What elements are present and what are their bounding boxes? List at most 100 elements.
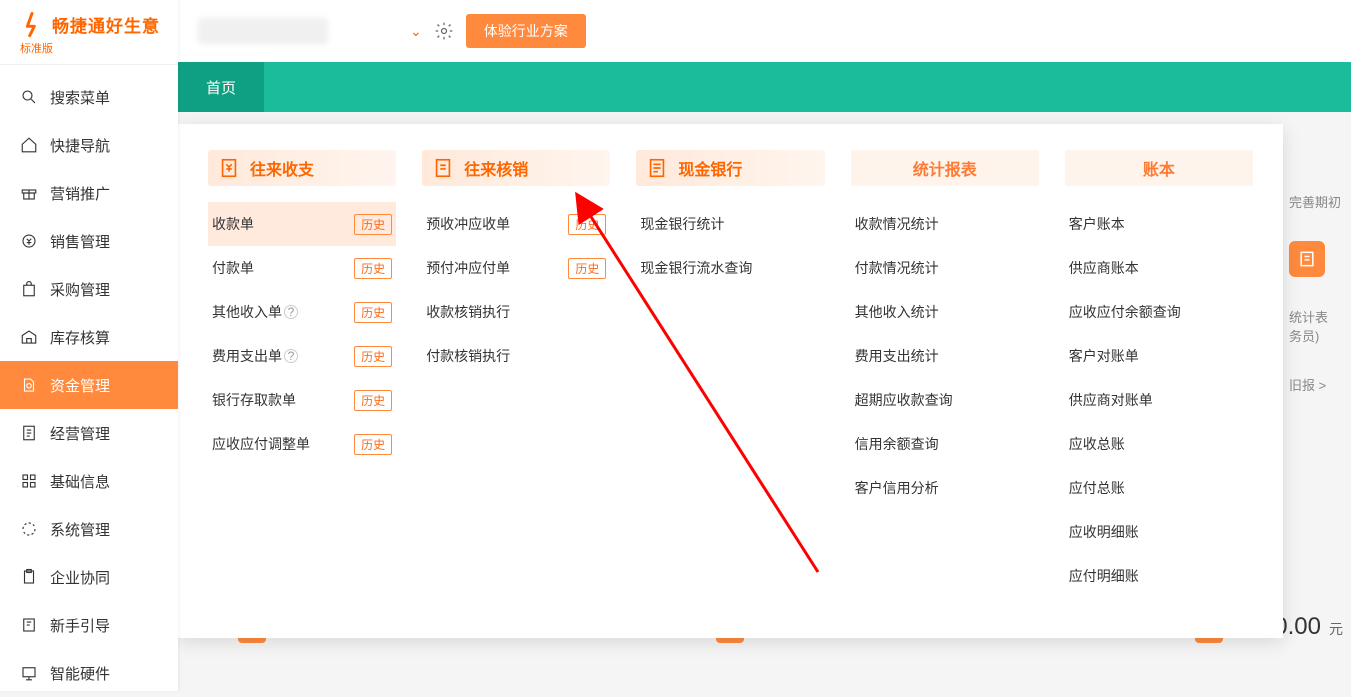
menu-item-label: 应收总账 <box>1069 434 1125 454</box>
menu-item-other-income-stats[interactable]: 其他收入统计 <box>851 290 1039 334</box>
sidebar-item-inventory[interactable]: 库存核算 <box>0 313 178 361</box>
mega-col-reconcile: 往来核销 预收冲应收单历史 预付冲应付单历史 收款核销执行 付款核销执行 <box>422 150 610 598</box>
menu-item-ar-ap-adjust[interactable]: 应收应付调整单历史 <box>208 422 396 466</box>
history-badge[interactable]: 历史 <box>568 214 606 235</box>
menu-item-label: 收款核销执行 <box>426 302 510 322</box>
report-icon <box>20 424 38 442</box>
menu-item-label: 客户信用分析 <box>855 478 939 498</box>
menu-item-recv-exec[interactable]: 收款核销执行 <box>422 290 610 334</box>
mega-col-header: 现金银行 <box>636 150 824 186</box>
menu-item-label: 现金银行流水查询 <box>640 258 752 278</box>
sidebar-item-operation[interactable]: 经营管理 <box>0 409 178 457</box>
menu-item-expense-stats[interactable]: 费用支出统计 <box>851 334 1039 378</box>
menu-item-label: 现金银行统计 <box>640 214 724 234</box>
menu-item-overdue-query[interactable]: 超期应收款查询 <box>851 378 1039 422</box>
menu-item-label: 供应商对账单 <box>1069 390 1153 410</box>
menu-item-label: 应收明细账 <box>1069 522 1139 542</box>
menu-item-prepay-offset[interactable]: 预付冲应付单历史 <box>422 246 610 290</box>
menu-item-cashbank-stats[interactable]: 现金银行统计 <box>636 202 824 246</box>
help-icon[interactable]: ? <box>284 349 298 363</box>
menu-item-pay-exec[interactable]: 付款核销执行 <box>422 334 610 378</box>
org-dropdown-icon[interactable]: ⌄ <box>410 23 422 40</box>
device-icon <box>20 664 38 682</box>
funds-mega-menu: 往来收支 收款单历史 付款单历史 其他收入单?历史 费用支出单?历史 银行存取款… <box>178 124 1283 638</box>
content-area: 往来收支 收款单历史 付款单历史 其他收入单?历史 费用支出单?历史 银行存取款… <box>178 112 1351 691</box>
sidebar-item-purchase[interactable]: 采购管理 <box>0 265 178 313</box>
menu-item-customer-credit[interactable]: 客户信用分析 <box>851 466 1039 510</box>
menu-item-supplier-statement[interactable]: 供应商对账单 <box>1065 378 1253 422</box>
mega-col-receipts: 往来收支 收款单历史 付款单历史 其他收入单?历史 费用支出单?历史 银行存取款… <box>208 150 396 598</box>
sidebar-item-sales[interactable]: 销售管理 <box>0 217 178 265</box>
sidebar-item-funds[interactable]: 资金管理 <box>0 361 178 409</box>
history-badge[interactable]: 历史 <box>354 390 392 411</box>
sidebar-item-label: 系统管理 <box>50 519 110 540</box>
sidebar-item-guide[interactable]: 新手引导 <box>0 601 178 649</box>
search-icon <box>20 88 38 106</box>
sidebar-item-label: 新手引导 <box>50 615 110 636</box>
sidebar-item-system[interactable]: 系统管理 <box>0 505 178 553</box>
sidebar-item-quicknav[interactable]: 快捷导航 <box>0 121 178 169</box>
menu-item-label: 信用余额查询 <box>855 434 939 454</box>
menu-item-cashbank-flow[interactable]: 现金银行流水查询 <box>636 246 824 290</box>
help-icon[interactable]: ? <box>284 305 298 319</box>
menu-item-prerecv-offset[interactable]: 预收冲应收单历史 <box>422 202 610 246</box>
menu-item-expense[interactable]: 费用支出单?历史 <box>208 334 396 378</box>
history-badge[interactable]: 历史 <box>568 258 606 279</box>
sidebar-item-base[interactable]: 基础信息 <box>0 457 178 505</box>
menu-item-label: 付款核销执行 <box>426 346 510 366</box>
menu-item-label: 付款单 <box>212 258 254 278</box>
menu-item-other-income[interactable]: 其他收入单?历史 <box>208 290 396 334</box>
menu-item-payment[interactable]: 付款单 历史 <box>208 246 396 290</box>
menu-item-ap-detail[interactable]: 应付明细账 <box>1065 554 1253 598</box>
industry-scheme-button[interactable]: 体验行业方案 <box>466 14 586 48</box>
bag-icon <box>20 280 38 298</box>
sidebar-item-label: 基础信息 <box>50 471 110 492</box>
tabbar: 首页 <box>178 62 1351 112</box>
sidebar-item-label: 资金管理 <box>50 375 110 396</box>
right-peek: 完善期初 统计表 务员) 旧报 > <box>1289 192 1351 394</box>
menu-item-bank-withdraw[interactable]: 银行存取款单历史 <box>208 378 396 422</box>
menu-item-label: 收款单 <box>212 214 254 234</box>
sidebar-item-hardware[interactable]: 智能硬件 <box>0 649 178 697</box>
mega-col-ledger: 账本 客户账本 供应商账本 应收应付余额查询 客户对账单 供应商对账单 应收总账… <box>1065 150 1253 598</box>
bank-icon <box>646 157 668 179</box>
settings-icon[interactable] <box>434 21 454 41</box>
menu-item-label: 应收应付余额查询 <box>1069 302 1181 322</box>
history-badge[interactable]: 历史 <box>354 346 392 367</box>
menu-item-pay-stats[interactable]: 付款情况统计 <box>851 246 1039 290</box>
header: ⌄ 体验行业方案 <box>178 0 1351 62</box>
wallet-icon <box>20 376 38 394</box>
menu-item-credit-balance[interactable]: 信用余额查询 <box>851 422 1039 466</box>
sidebar-item-enterprise[interactable]: 企业协同 <box>0 553 178 601</box>
sidebar-item-marketing[interactable]: 营销推广 <box>0 169 178 217</box>
menu-item-ar-detail[interactable]: 应收明细账 <box>1065 510 1253 554</box>
sidebar-item-label: 经营管理 <box>50 423 110 444</box>
menu-item-receipt[interactable]: 收款单 历史 <box>208 202 396 246</box>
menu-item-ar-general[interactable]: 应收总账 <box>1065 422 1253 466</box>
home-icon <box>20 136 38 154</box>
org-name-redacted <box>198 18 328 44</box>
menu-item-ar-ap-balance[interactable]: 应收应付余额查询 <box>1065 290 1253 334</box>
menu-item-ap-general[interactable]: 应付总账 <box>1065 466 1253 510</box>
mega-col-reports: 统计报表 收款情况统计 付款情况统计 其他收入统计 费用支出统计 超期应收款查询… <box>851 150 1039 598</box>
menu-item-label: 客户账本 <box>1069 214 1125 234</box>
logo-edition: 标准版 <box>20 40 178 56</box>
tab-home[interactable]: 首页 <box>178 62 264 112</box>
fab-ledger-icon[interactable] <box>1289 241 1325 277</box>
mega-col-title: 账本 <box>1143 156 1175 180</box>
menu-item-supplier-ledger[interactable]: 供应商账本 <box>1065 246 1253 290</box>
history-badge[interactable]: 历史 <box>354 302 392 323</box>
menu-item-recv-stats[interactable]: 收款情况统计 <box>851 202 1039 246</box>
history-badge[interactable]: 历史 <box>354 214 392 235</box>
mega-col-title: 往来收支 <box>250 156 314 180</box>
sidebar-item-label: 销售管理 <box>50 231 110 252</box>
history-badge[interactable]: 历史 <box>354 434 392 455</box>
menu-item-label: 客户对账单 <box>1069 346 1139 366</box>
history-badge[interactable]: 历史 <box>354 258 392 279</box>
mega-col-title: 往来核销 <box>464 156 528 180</box>
peek-text[interactable]: 旧报 > <box>1289 375 1326 394</box>
menu-item-customer-statement[interactable]: 客户对账单 <box>1065 334 1253 378</box>
sidebar-item-search[interactable]: 搜索菜单 <box>0 73 178 121</box>
menu-item-label: 供应商账本 <box>1069 258 1139 278</box>
menu-item-customer-ledger[interactable]: 客户账本 <box>1065 202 1253 246</box>
